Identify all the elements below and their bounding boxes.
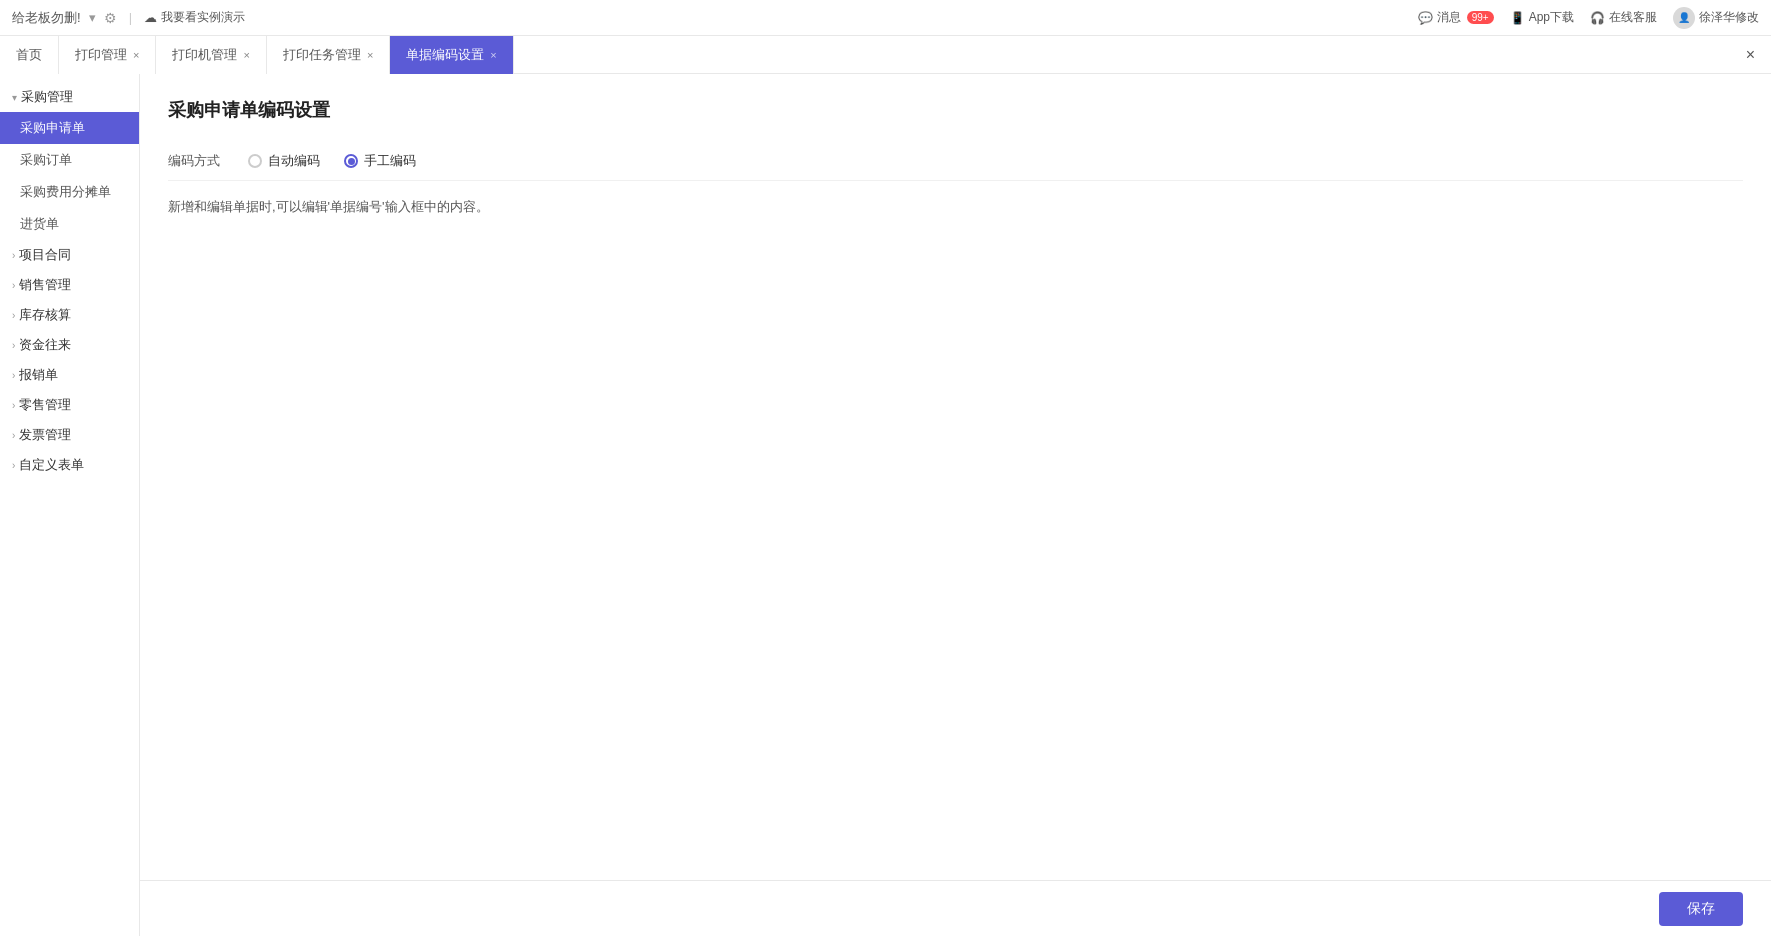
tab-print-task-mgmt[interactable]: 打印任务管理 × [267, 36, 390, 74]
chevron-down-icon: ▾ [12, 92, 17, 103]
tab-close-barcode-setting[interactable]: × [490, 49, 496, 61]
main-layout: ▾ 采购管理 采购申请单 采购订单 采购费用分摊单 进货单 › 项目合同 › 销… [0, 74, 1771, 936]
chevron-right-icon: › [12, 340, 15, 351]
page-title: 采购申请单编码设置 [168, 98, 1743, 122]
tab-barcode-setting[interactable]: 单据编码设置 × [390, 36, 513, 74]
sidebar-group-returns[interactable]: › 报销单 [0, 360, 139, 390]
content-inner: 采购申请单编码设置 编码方式 自动编码 手工编码 新增和编辑单据时,可以编辑'单… [140, 74, 1771, 880]
message-button[interactable]: 💬 消息 99+ [1418, 9, 1494, 26]
gear-icon[interactable]: ⚙ [104, 10, 117, 26]
content-area: 采购申请单编码设置 编码方式 自动编码 手工编码 新增和编辑单据时,可以编辑'单… [140, 74, 1771, 936]
top-bar: 给老板勿删! ▾ ⚙ | ☁ 我要看实例演示 💬 消息 99+ 📱 App下载 … [0, 0, 1771, 36]
avatar: 👤 [1673, 7, 1695, 29]
sidebar: ▾ 采购管理 采购申请单 采购订单 采购费用分摊单 进货单 › 项目合同 › 销… [0, 74, 140, 936]
sidebar-group-procurement[interactable]: ▾ 采购管理 [0, 82, 139, 112]
encoding-mode-row: 编码方式 自动编码 手工编码 [168, 142, 1743, 181]
message-icon: 💬 [1418, 11, 1433, 25]
phone-icon: 📱 [1510, 11, 1525, 25]
message-badge: 99+ [1467, 11, 1494, 24]
chevron-right-icon: › [12, 400, 15, 411]
sidebar-item-purchase-receipt[interactable]: 进货单 [0, 208, 139, 240]
chevron-right-icon: › [12, 250, 15, 261]
auto-encoding-radio[interactable] [248, 154, 262, 168]
sidebar-item-purchase-expense[interactable]: 采购费用分摊单 [0, 176, 139, 208]
tab-bar: 首页 打印管理 × 打印机管理 × 打印任务管理 × 单据编码设置 × × [0, 36, 1771, 74]
top-bar-right: 💬 消息 99+ 📱 App下载 🎧 在线客服 👤 徐泽华修改 [1418, 7, 1759, 29]
sidebar-item-purchase-order[interactable]: 采购订单 [0, 144, 139, 176]
sidebar-group-invoice[interactable]: › 发票管理 [0, 420, 139, 450]
chevron-right-icon: › [12, 430, 15, 441]
tab-close-printer-mgmt[interactable]: × [243, 49, 249, 61]
tab-close-print-task-mgmt[interactable]: × [367, 49, 373, 61]
demo-link[interactable]: ☁ 我要看实例演示 [144, 9, 245, 26]
cloud-icon: ☁ [144, 10, 157, 25]
encoding-mode-label: 编码方式 [168, 152, 248, 170]
sidebar-group-project-contract[interactable]: › 项目合同 [0, 240, 139, 270]
sidebar-group-sales-mgmt[interactable]: › 销售管理 [0, 270, 139, 300]
chevron-down-icon[interactable]: ▾ [89, 10, 96, 25]
tab-close-print-mgmt[interactable]: × [133, 49, 139, 61]
manual-encoding-radio[interactable] [344, 154, 358, 168]
headset-icon: 🎧 [1590, 11, 1605, 25]
manual-encoding-option[interactable]: 手工编码 [344, 152, 416, 170]
chevron-right-icon: › [12, 280, 15, 291]
sidebar-group-custom-form[interactable]: › 自定义表单 [0, 450, 139, 480]
top-bar-left: 给老板勿删! ▾ ⚙ | ☁ 我要看实例演示 [12, 9, 245, 27]
sidebar-group-capital[interactable]: › 资金往来 [0, 330, 139, 360]
chevron-right-icon: › [12, 370, 15, 381]
save-button[interactable]: 保存 [1659, 892, 1743, 926]
sidebar-group-retail[interactable]: › 零售管理 [0, 390, 139, 420]
chevron-right-icon: › [12, 310, 15, 321]
tab-home[interactable]: 首页 [0, 36, 59, 74]
bottom-bar: 保存 [140, 880, 1771, 936]
sidebar-item-purchase-request[interactable]: 采购申请单 [0, 112, 139, 144]
encoding-mode-radio-group: 自动编码 手工编码 [248, 152, 416, 170]
tab-print-mgmt[interactable]: 打印管理 × [59, 36, 156, 74]
app-download-button[interactable]: 📱 App下载 [1510, 9, 1574, 26]
user-menu[interactable]: 👤 徐泽华修改 [1673, 7, 1759, 29]
online-service-button[interactable]: 🎧 在线客服 [1590, 9, 1657, 26]
tab-printer-mgmt[interactable]: 打印机管理 × [156, 36, 266, 74]
brand-text: 给老板勿删! [12, 9, 81, 27]
sidebar-group-inventory[interactable]: › 库存核算 [0, 300, 139, 330]
auto-encoding-option[interactable]: 自动编码 [248, 152, 320, 170]
window-close-button[interactable]: × [1730, 46, 1771, 64]
chevron-right-icon: › [12, 460, 15, 471]
hint-text: 新增和编辑单据时,可以编辑'单据编号'输入框中的内容。 [168, 197, 1743, 218]
